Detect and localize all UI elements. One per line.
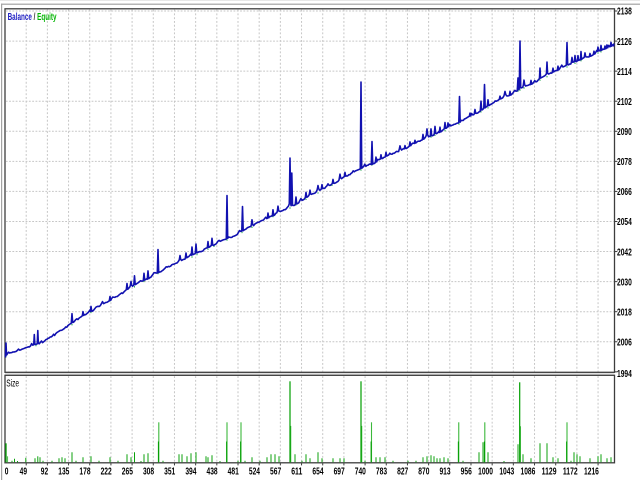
svg-text:870: 870 xyxy=(418,465,429,477)
svg-text:654: 654 xyxy=(312,465,323,477)
svg-text:611: 611 xyxy=(291,465,302,477)
svg-text:222: 222 xyxy=(101,465,112,477)
svg-text:481: 481 xyxy=(228,465,239,477)
svg-text:Balance / Equity: Balance / Equity xyxy=(8,10,57,22)
svg-text:1000: 1000 xyxy=(478,465,493,477)
svg-text:2030: 2030 xyxy=(617,276,632,288)
svg-text:135: 135 xyxy=(58,465,69,477)
svg-text:2114: 2114 xyxy=(617,65,632,77)
svg-text:49: 49 xyxy=(20,465,28,477)
svg-text:Size: Size xyxy=(6,377,19,389)
svg-text:956: 956 xyxy=(461,465,472,477)
svg-text:567: 567 xyxy=(270,465,281,477)
svg-text:2006: 2006 xyxy=(617,336,632,348)
svg-text:394: 394 xyxy=(185,465,196,477)
svg-text:697: 697 xyxy=(334,465,345,477)
svg-text:1129: 1129 xyxy=(542,465,557,477)
svg-text:1043: 1043 xyxy=(499,465,514,477)
svg-text:2090: 2090 xyxy=(617,125,632,137)
svg-text:92: 92 xyxy=(41,465,49,477)
svg-text:1216: 1216 xyxy=(584,465,599,477)
svg-text:0: 0 xyxy=(5,465,9,477)
svg-text:2102: 2102 xyxy=(617,95,632,107)
svg-text:740: 740 xyxy=(355,465,366,477)
svg-text:524: 524 xyxy=(249,465,260,477)
svg-text:1994: 1994 xyxy=(617,368,632,380)
svg-text:2078: 2078 xyxy=(617,155,632,167)
svg-text:1086: 1086 xyxy=(520,465,535,477)
svg-text:2126: 2126 xyxy=(617,35,632,47)
svg-text:2018: 2018 xyxy=(617,306,632,318)
svg-text:1172: 1172 xyxy=(563,465,578,477)
svg-text:2042: 2042 xyxy=(617,246,632,258)
svg-text:2066: 2066 xyxy=(617,185,632,197)
svg-text:2054: 2054 xyxy=(617,216,632,228)
svg-text:178: 178 xyxy=(79,465,90,477)
svg-text:438: 438 xyxy=(206,465,217,477)
svg-text:265: 265 xyxy=(122,465,133,477)
svg-text:2138: 2138 xyxy=(617,5,632,17)
svg-text:351: 351 xyxy=(164,465,175,477)
svg-text:308: 308 xyxy=(143,465,154,477)
svg-text:783: 783 xyxy=(376,465,387,477)
svg-text:827: 827 xyxy=(397,465,408,477)
svg-text:913: 913 xyxy=(439,465,450,477)
